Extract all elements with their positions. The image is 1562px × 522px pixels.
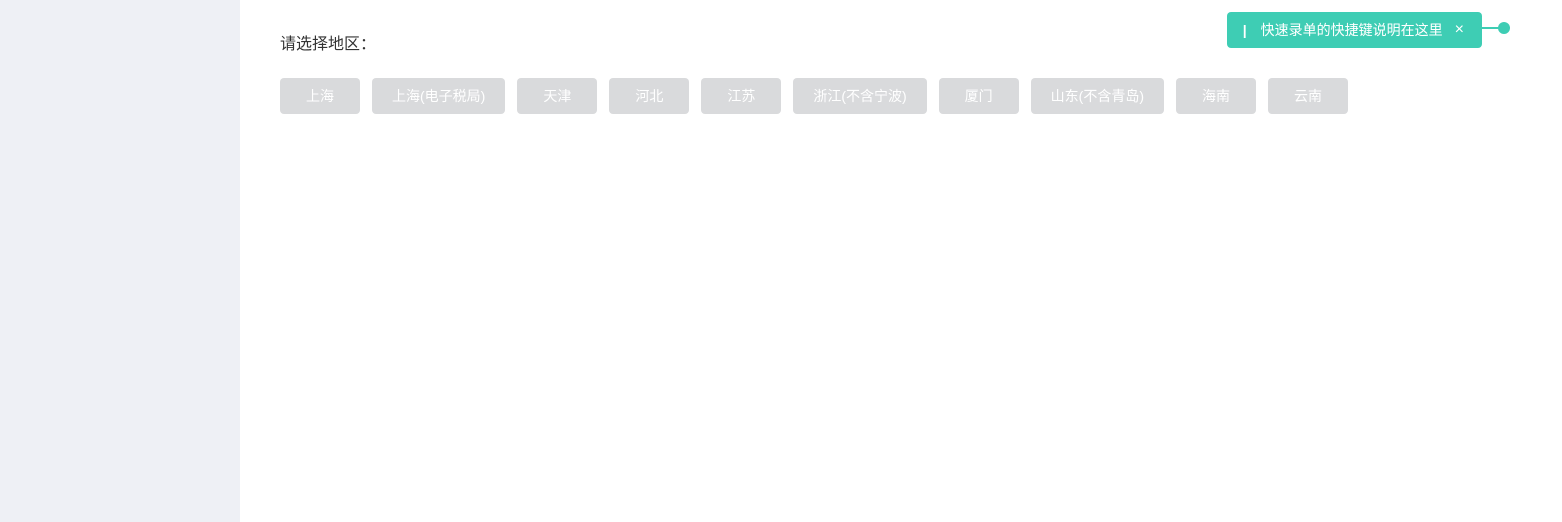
region-button-4[interactable]: 江苏	[701, 78, 781, 114]
region-button-5[interactable]: 浙江(不含宁波)	[793, 78, 926, 114]
tooltip-text: 快速录单的快捷键说明在这里	[1261, 20, 1443, 40]
region-button-2[interactable]: 天津	[517, 78, 597, 114]
region-buttons-container: 上海上海(电子税局) 天津河北江苏浙江(不含宁波) 厦门山东(不含青岛) 海南云南	[280, 78, 1522, 114]
region-button-6[interactable]: 厦门	[939, 78, 1019, 114]
region-button-1[interactable]: 上海(电子税局)	[372, 78, 505, 114]
region-button-8[interactable]: 海南	[1176, 78, 1256, 114]
tooltip-close-button[interactable]: ×	[1453, 22, 1466, 38]
region-button-3[interactable]: 河北	[609, 78, 689, 114]
region-button-0[interactable]: 上海	[280, 78, 360, 114]
tooltip-banner: 快速录单的快捷键说明在这里 ×	[1227, 12, 1482, 48]
region-button-7[interactable]: 山东(不含青岛)	[1031, 78, 1164, 114]
sidebar	[0, 0, 240, 522]
region-button-9[interactable]: 云南	[1268, 78, 1348, 114]
tooltip-dot	[1498, 22, 1510, 34]
main-content: 请选择地区： 上海上海(电子税局)天津河北江苏浙江(不含宁波)厦门山东(不含青岛…	[240, 0, 1562, 522]
